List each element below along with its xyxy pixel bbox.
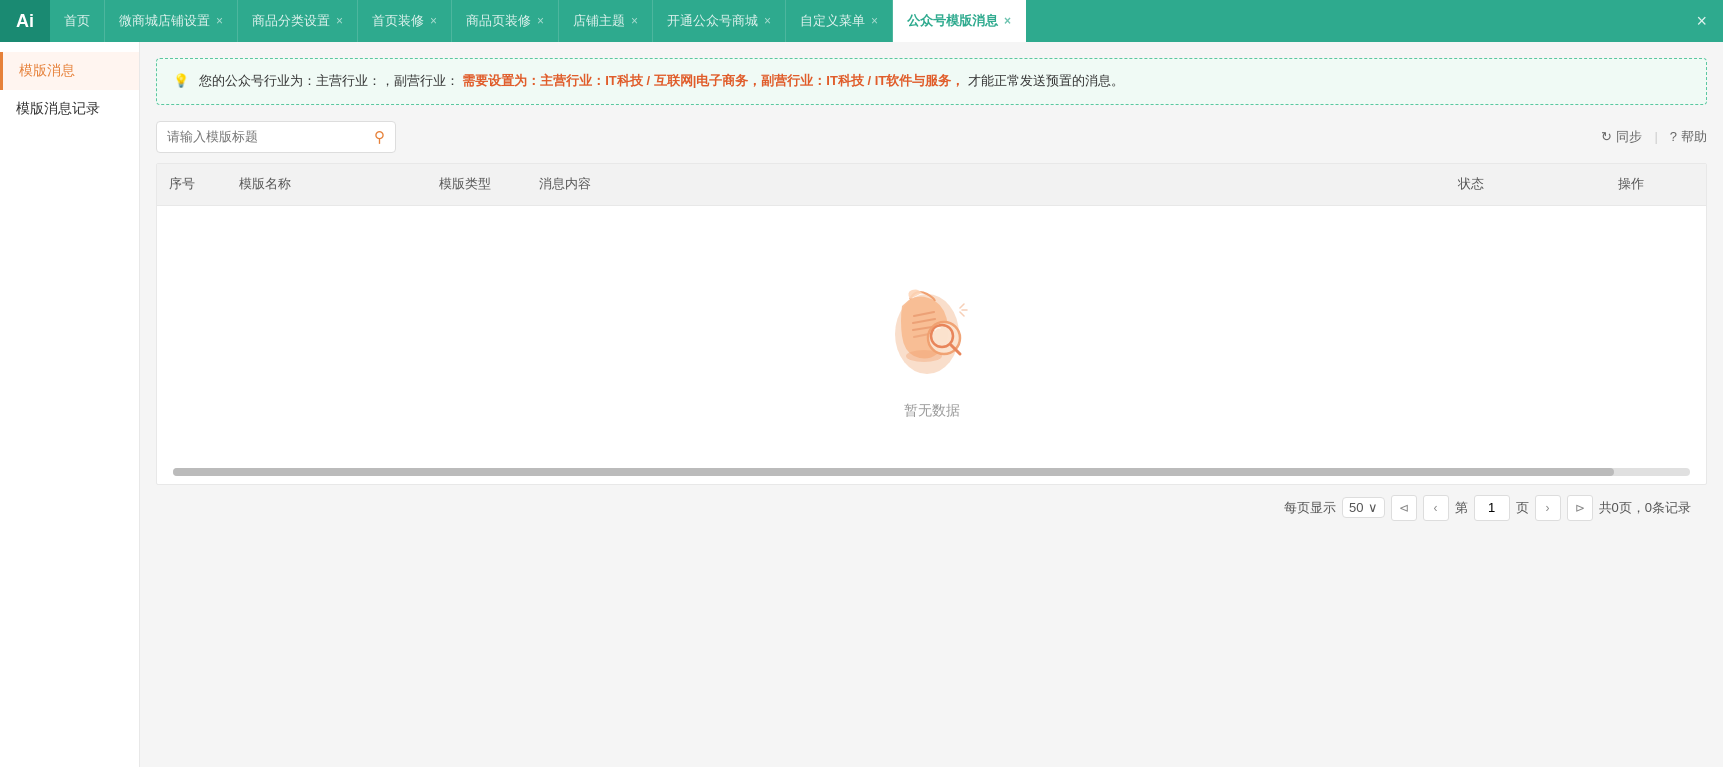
lightbulb-icon: 💡 (173, 73, 189, 88)
page-suffix: 页 (1516, 499, 1529, 517)
prev-page-button[interactable]: ‹ (1423, 495, 1449, 521)
next-page-button[interactable]: › (1535, 495, 1561, 521)
total-label: 共0页，0条记录 (1599, 499, 1691, 517)
pagination: 每页显示 50 ∨ ⊲ ‹ 第 页 › ⊳ 共0页，0条记录 (156, 485, 1707, 531)
close-icon[interactable]: × (537, 14, 544, 28)
th-seq: 序号 (157, 175, 227, 193)
last-page-button[interactable]: ⊳ (1567, 495, 1593, 521)
toolbar-right: ↻ 同步 | ? 帮助 (1601, 128, 1707, 146)
search-icon[interactable]: ⚲ (374, 128, 385, 146)
horizontal-scrollbar[interactable] (173, 468, 1690, 476)
page-size-select[interactable]: 50 ∨ (1342, 497, 1384, 518)
help-label: 帮助 (1681, 128, 1707, 146)
search-input[interactable] (167, 129, 370, 144)
close-icon[interactable]: × (1004, 14, 1011, 28)
close-icon[interactable]: × (336, 14, 343, 28)
empty-text: 暂无数据 (904, 402, 960, 420)
table-header: 序号 模版名称 模版类型 消息内容 状态 操作 (157, 164, 1706, 206)
help-icon: ? (1670, 129, 1677, 144)
notice-text-prefix: 您的公众号行业为：主营行业：，副营行业： (199, 73, 459, 88)
notice-highlight: 需要设置为：主营行业：IT科技 / 互联网|电子商务，副营行业：IT科技 / I… (462, 73, 964, 88)
close-icon[interactable]: × (216, 14, 223, 28)
th-action: 操作 (1606, 175, 1706, 193)
page-size-value: 50 (1349, 500, 1363, 515)
nav-tab-custom-menu[interactable]: 自定义菜单 × (786, 0, 893, 42)
main-layout: 模版消息 模版消息记录 💡 您的公众号行业为：主营行业：，副营行业： 需要设置为… (0, 42, 1723, 767)
svg-line-9 (960, 304, 964, 308)
th-name: 模版名称 (227, 175, 427, 193)
sync-icon: ↻ (1601, 129, 1612, 144)
page-prefix: 第 (1455, 499, 1468, 517)
app-logo: Ai (0, 0, 50, 42)
empty-state: 暂无数据 (157, 206, 1706, 460)
scrollbar-thumb (173, 468, 1614, 476)
data-table: 序号 模版名称 模版类型 消息内容 状态 操作 (156, 163, 1707, 485)
close-all-button[interactable]: × (1680, 11, 1723, 32)
help-button[interactable]: ? 帮助 (1670, 128, 1707, 146)
svg-point-8 (906, 350, 942, 362)
close-icon[interactable]: × (764, 14, 771, 28)
nav-tab-product-decor[interactable]: 商品页装修 × (452, 0, 559, 42)
search-bar: ⚲ ↻ 同步 | ? 帮助 (156, 121, 1707, 153)
sidebar-item-template-msg[interactable]: 模版消息 (0, 52, 139, 90)
empty-illustration (872, 266, 992, 386)
th-content: 消息内容 (527, 175, 1446, 193)
page-size-label: 每页显示 (1284, 499, 1336, 517)
nav-tab-shop-settings[interactable]: 微商城店铺设置 × (105, 0, 238, 42)
svg-line-11 (960, 312, 964, 316)
top-nav: Ai 首页 微商城店铺设置 × 商品分类设置 × 首页装修 × 商品页装修 × … (0, 0, 1723, 42)
chevron-down-icon: ∨ (1368, 500, 1378, 515)
sidebar-item-template-record[interactable]: 模版消息记录 (0, 90, 139, 128)
close-icon[interactable]: × (631, 14, 638, 28)
th-type: 模版类型 (427, 175, 527, 193)
page-input[interactable] (1474, 495, 1510, 521)
nav-tab-category-settings[interactable]: 商品分类设置 × (238, 0, 358, 42)
nav-tab-template-msg[interactable]: 公众号模版消息 × (893, 0, 1026, 42)
th-status: 状态 (1446, 175, 1606, 193)
sync-label: 同步 (1616, 128, 1642, 146)
notice-text-suffix: 才能正常发送预置的消息。 (968, 73, 1124, 88)
divider: | (1654, 129, 1657, 144)
nav-tab-shop-theme[interactable]: 店铺主题 × (559, 0, 653, 42)
sidebar: 模版消息 模版消息记录 (0, 42, 140, 767)
content-area: 💡 您的公众号行业为：主营行业：，副营行业： 需要设置为：主营行业：IT科技 /… (140, 42, 1723, 767)
nav-tab-home[interactable]: 首页 (50, 0, 105, 42)
nav-tab-homepage-decor[interactable]: 首页装修 × (358, 0, 452, 42)
close-icon[interactable]: × (871, 14, 878, 28)
search-input-wrap: ⚲ (156, 121, 396, 153)
close-icon[interactable]: × (430, 14, 437, 28)
sync-button[interactable]: ↻ 同步 (1601, 128, 1642, 146)
first-page-button[interactable]: ⊲ (1391, 495, 1417, 521)
notice-banner: 💡 您的公众号行业为：主营行业：，副营行业： 需要设置为：主营行业：IT科技 /… (156, 58, 1707, 105)
nav-tab-open-mall[interactable]: 开通公众号商城 × (653, 0, 786, 42)
